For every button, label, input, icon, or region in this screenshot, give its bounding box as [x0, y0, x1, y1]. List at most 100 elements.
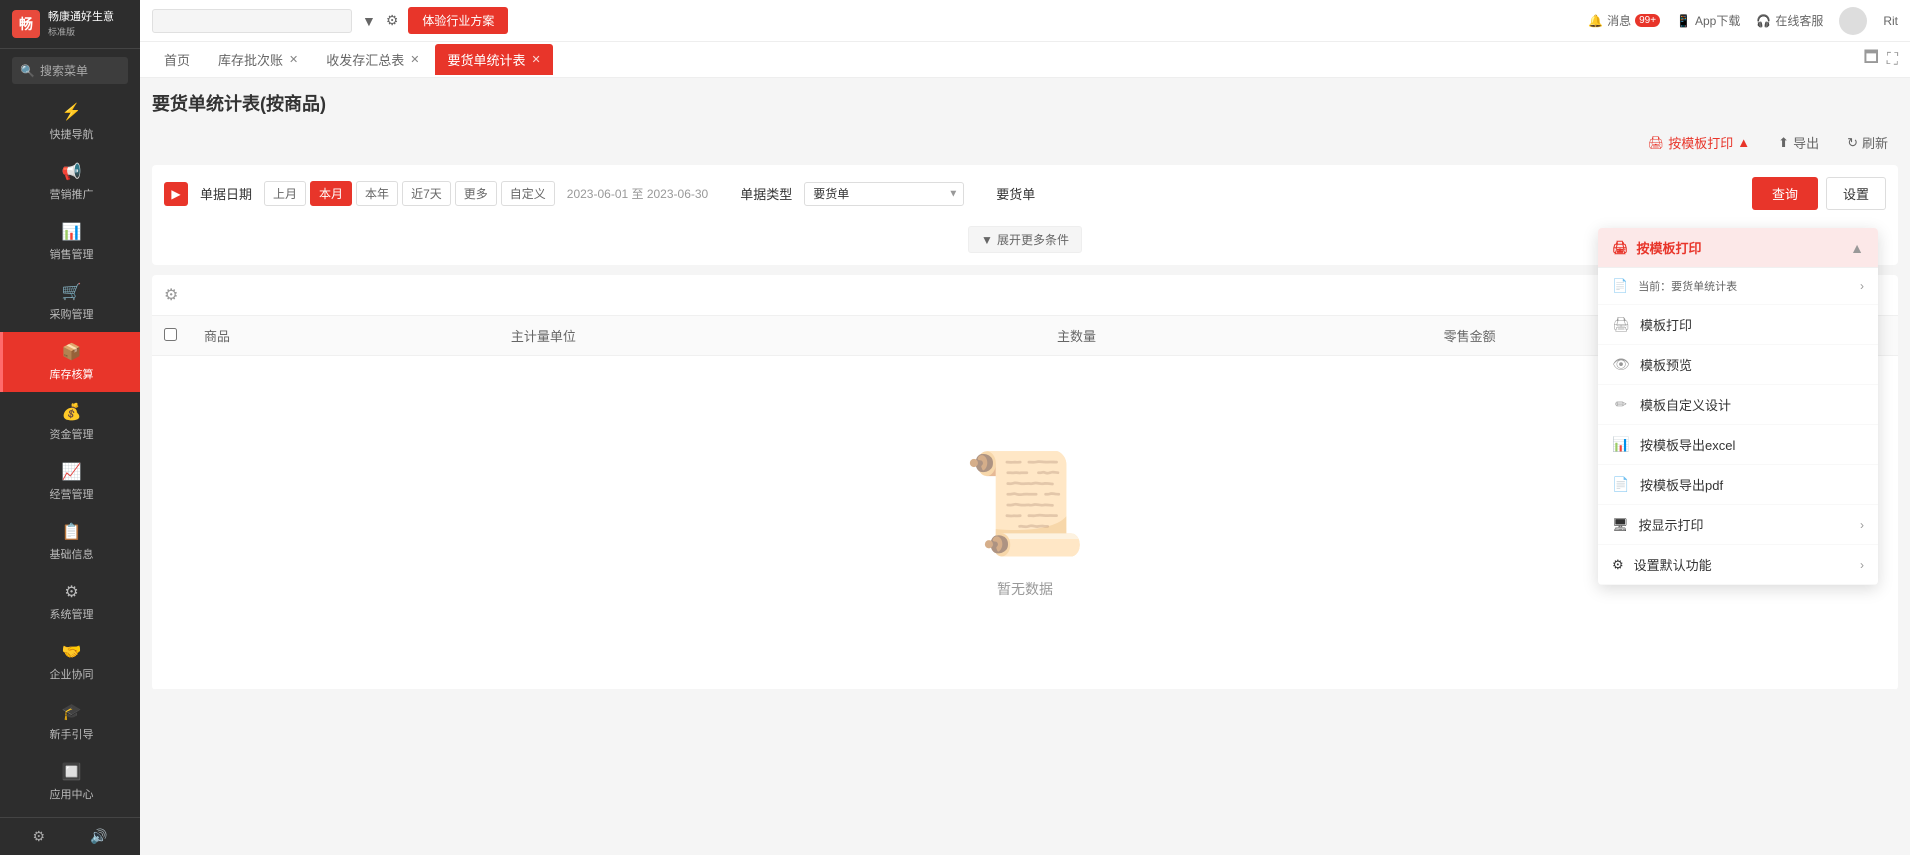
dropdown-item-current-left: 📄 当前：要货单统计表: [1612, 278, 1737, 294]
sidebar-item-basic[interactable]: 📋 基础信息: [0, 512, 140, 572]
username-label: Rit: [1883, 14, 1898, 28]
tab-maximize-button[interactable]: ⛶: [1887, 46, 1898, 73]
pdf-icon: 📄: [1612, 476, 1630, 493]
order-filter-label: 要货单: [996, 184, 1035, 203]
type-select[interactable]: 要货单: [804, 182, 964, 206]
print-dropdown-title: 🖨 按模板打印: [1612, 238, 1702, 257]
content-area: 要货单统计表(按商品) 🖨 按模板打印 ▲ ⬆ 导出 ↻: [140, 78, 1910, 855]
business-icon: 📈: [62, 462, 82, 482]
topbar-search-wrapper: [152, 9, 352, 33]
date-range-display: 2023-06-01 至 2023-06-30: [567, 185, 708, 202]
sidebar-item-guide[interactable]: 🎓 新手引导: [0, 692, 140, 752]
type-select-wrapper: 要货单: [804, 182, 964, 206]
industry-button[interactable]: 体验行业方案: [408, 7, 508, 34]
dropdown-item-export-excel[interactable]: 📊 按模板导出excel: [1598, 425, 1878, 465]
print-title-icon: 🖨: [1612, 240, 1629, 256]
design-icon: ✏: [1612, 396, 1630, 413]
export-button[interactable]: ⬆ 导出: [1768, 128, 1829, 157]
sidebar-item-inventory[interactable]: 📦 库存核算: [0, 332, 140, 392]
headset-icon: 🎧: [1756, 14, 1771, 28]
settings-bottom-button[interactable]: ⚙: [33, 828, 46, 845]
sidebar-item-purchase[interactable]: 🛒 采购管理: [0, 272, 140, 332]
printer-small-icon: 🖨: [1612, 316, 1630, 333]
quick-nav-icon: ⚡: [62, 102, 82, 122]
tab-order-stats[interactable]: 要货单统计表 ✕: [435, 44, 552, 75]
tab-restore-button[interactable]: 🗖: [1864, 46, 1879, 73]
tab-close-batch-account[interactable]: ✕: [289, 53, 298, 66]
tab-receipt-summary[interactable]: 收发存汇总表 ✕: [314, 44, 431, 75]
guide-icon: 🎓: [62, 702, 82, 722]
system-icon: ⚙: [64, 582, 78, 602]
print-template-button[interactable]: 🖨 按模板打印 ▲: [1638, 128, 1760, 157]
bell-icon: 🔔: [1588, 14, 1603, 28]
notification-badge: 99+: [1635, 14, 1660, 27]
chevron-right-icon-default: ›: [1860, 558, 1864, 572]
date-btn-this-year[interactable]: 本年: [356, 181, 398, 206]
print-chevron-up-icon: ▲: [1737, 135, 1750, 150]
tab-batch-account[interactable]: 库存批次账 ✕: [206, 44, 310, 75]
query-button[interactable]: 查询: [1752, 177, 1818, 210]
refresh-button[interactable]: ↻ 刷新: [1837, 128, 1898, 157]
filter-expand-arrow[interactable]: ▶: [164, 182, 188, 206]
chevron-right-icon-current: ›: [1860, 279, 1864, 293]
col-quantity: 主数量: [1045, 316, 1432, 356]
gear-small-icon: ⚙: [1612, 557, 1624, 573]
notifications-button[interactable]: 🔔 消息 99+: [1588, 12, 1660, 29]
sidebar-item-collab[interactable]: 🤝 企业协同: [0, 632, 140, 692]
sidebar-item-marketing[interactable]: 📢 营销推广: [0, 152, 140, 212]
dropdown-item-template-print[interactable]: 🖨 模板打印: [1598, 305, 1878, 345]
tab-bar: 首页 库存批次账 ✕ 收发存汇总表 ✕ 要货单统计表 ✕ 🗖 ⛶: [140, 42, 1910, 78]
topbar-gear-icon[interactable]: ⚙: [386, 12, 399, 29]
tab-close-receipt-summary[interactable]: ✕: [410, 53, 419, 66]
date-btn-custom[interactable]: 自定义: [501, 181, 555, 206]
sidebar-search-area: 🔍 搜索菜单: [0, 49, 140, 92]
select-all-checkbox[interactable]: [164, 328, 177, 341]
preview-icon: 👁: [1612, 356, 1630, 373]
dropdown-item-current[interactable]: 📄 当前：要货单统计表 ›: [1598, 268, 1878, 305]
user-avatar[interactable]: [1839, 7, 1867, 35]
sidebar-item-sales[interactable]: 📊 销售管理: [0, 212, 140, 272]
dropdown-item-display-print[interactable]: 🖥 按显示打印 ›: [1598, 505, 1878, 545]
display-icon: 🖥: [1612, 517, 1629, 533]
printer-icon: 🖨: [1648, 135, 1665, 151]
col-product: 商品: [192, 316, 499, 356]
app-center-icon: 🔲: [62, 762, 82, 782]
app-name: 畅康通好生意: [48, 10, 114, 24]
document-icon: 📄: [1612, 278, 1628, 294]
export-icon: ⬆: [1778, 135, 1789, 151]
topbar: ▼ ⚙ 体验行业方案 🔔 消息 99+ 📱 App下载 🎧 在线客服 Rit: [140, 0, 1910, 42]
sidebar-item-finance[interactable]: 💰 资金管理: [0, 392, 140, 452]
app-download-button[interactable]: 📱 App下载: [1676, 12, 1740, 29]
sidebar-item-system[interactable]: ⚙ 系统管理: [0, 572, 140, 632]
sound-button[interactable]: 🔊: [90, 828, 107, 845]
dropdown-item-set-default[interactable]: ⚙ 设置默认功能 ›: [1598, 545, 1878, 585]
sidebar-bottom: ⚙ 🔊: [0, 817, 140, 855]
dropdown-item-display-left: 🖥 按显示打印: [1612, 515, 1704, 534]
sidebar-item-quick-nav[interactable]: ⚡ 快捷导航: [0, 92, 140, 152]
sidebar-item-app-center[interactable]: 🔲 应用中心: [0, 752, 140, 812]
tab-home[interactable]: 首页: [152, 44, 202, 75]
search-menu-button[interactable]: 🔍 搜索菜单: [12, 57, 128, 84]
expand-more-btn[interactable]: ▼ 展开更多条件: [968, 226, 1082, 253]
support-button[interactable]: 🎧 在线客服: [1756, 12, 1823, 29]
date-btn-more[interactable]: 更多: [455, 181, 497, 206]
date-btn-this-month[interactable]: 本月: [310, 181, 352, 206]
date-btn-7days[interactable]: 近7天: [402, 181, 451, 206]
print-dropdown-close-button[interactable]: ▲: [1850, 240, 1864, 256]
collab-icon: 🤝: [62, 642, 82, 662]
settings-button[interactable]: 设置: [1826, 177, 1886, 210]
dropdown-item-template-design[interactable]: ✏ 模板自定义设计: [1598, 385, 1878, 425]
type-label: 单据类型: [740, 184, 792, 203]
sidebar-item-business[interactable]: 📈 经营管理: [0, 452, 140, 512]
dropdown-item-export-pdf[interactable]: 📄 按模板导出pdf: [1598, 465, 1878, 505]
dropdown-item-template-preview[interactable]: 👁 模板预览: [1598, 345, 1878, 385]
topbar-dropdown-icon[interactable]: ▼: [362, 13, 376, 29]
table-gear-icon[interactable]: ⚙: [164, 285, 178, 305]
topbar-search-input[interactable]: [152, 9, 352, 33]
tab-close-order-stats[interactable]: ✕: [532, 53, 541, 66]
page-title: 要货单统计表(按商品): [152, 90, 1898, 116]
topbar-right: 🔔 消息 99+ 📱 App下载 🎧 在线客服 Rit: [1588, 7, 1898, 35]
date-btn-last-month[interactable]: 上月: [264, 181, 306, 206]
filter-row-1: ▶ 单据日期 上月 本月 本年 近7天 更多 自定义 2023-06-01 至 …: [164, 177, 1886, 210]
finance-icon: 💰: [62, 402, 82, 422]
